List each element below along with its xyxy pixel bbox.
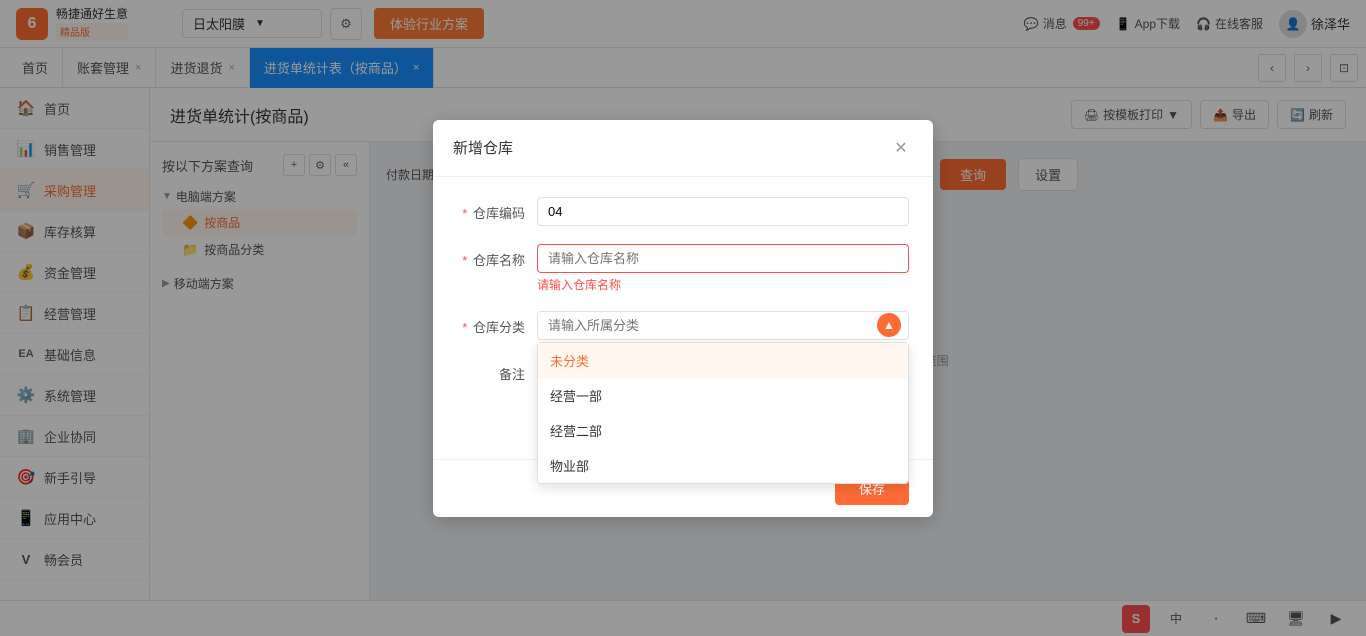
dropdown-option-0[interactable]: 未分类 [538, 343, 908, 378]
dropdown-option-1[interactable]: 经营一部 [538, 378, 908, 413]
category-dropdown: ▲ 未分类 经营一部 经营二部 物业部 [537, 311, 909, 340]
notes-label: 备注 [457, 358, 537, 383]
category-control: ▲ 未分类 经营一部 经营二部 物业部 [537, 311, 909, 340]
code-label: * 仓库编码 [457, 197, 537, 222]
modal-add-warehouse: 新增仓库 ✕ * 仓库编码 * 仓库名称 [433, 120, 933, 517]
modal-title: 新增仓库 [453, 137, 513, 158]
form-row-category: * 仓库分类 ▲ 未分类 经营一部 经营二部 物业部 [457, 311, 909, 340]
dropdown-option-2[interactable]: 经营二部 [538, 413, 908, 448]
code-control [537, 197, 909, 226]
name-label: * 仓库名称 [457, 244, 537, 269]
dropdown-list: 未分类 经营一部 经营二部 物业部 [537, 342, 909, 484]
name-input[interactable] [537, 244, 909, 273]
code-input[interactable] [537, 197, 909, 226]
form-row-name: * 仓库名称 请输入仓库名称 [457, 244, 909, 293]
dropdown-option-3[interactable]: 物业部 [538, 448, 908, 483]
category-input[interactable] [537, 311, 909, 340]
modal-body: * 仓库编码 * 仓库名称 请输入仓库名称 [433, 177, 933, 459]
category-label: * 仓库分类 [457, 311, 537, 336]
modal-close-button[interactable]: ✕ [889, 136, 913, 160]
modal-overlay[interactable]: 新增仓库 ✕ * 仓库编码 * 仓库名称 [0, 0, 1366, 636]
dropdown-arrow-btn[interactable]: ▲ [877, 313, 901, 337]
name-control: 请输入仓库名称 [537, 244, 909, 293]
modal-header: 新增仓库 ✕ [433, 120, 933, 177]
form-row-code: * 仓库编码 [457, 197, 909, 226]
name-error-msg: 请输入仓库名称 [537, 276, 909, 293]
